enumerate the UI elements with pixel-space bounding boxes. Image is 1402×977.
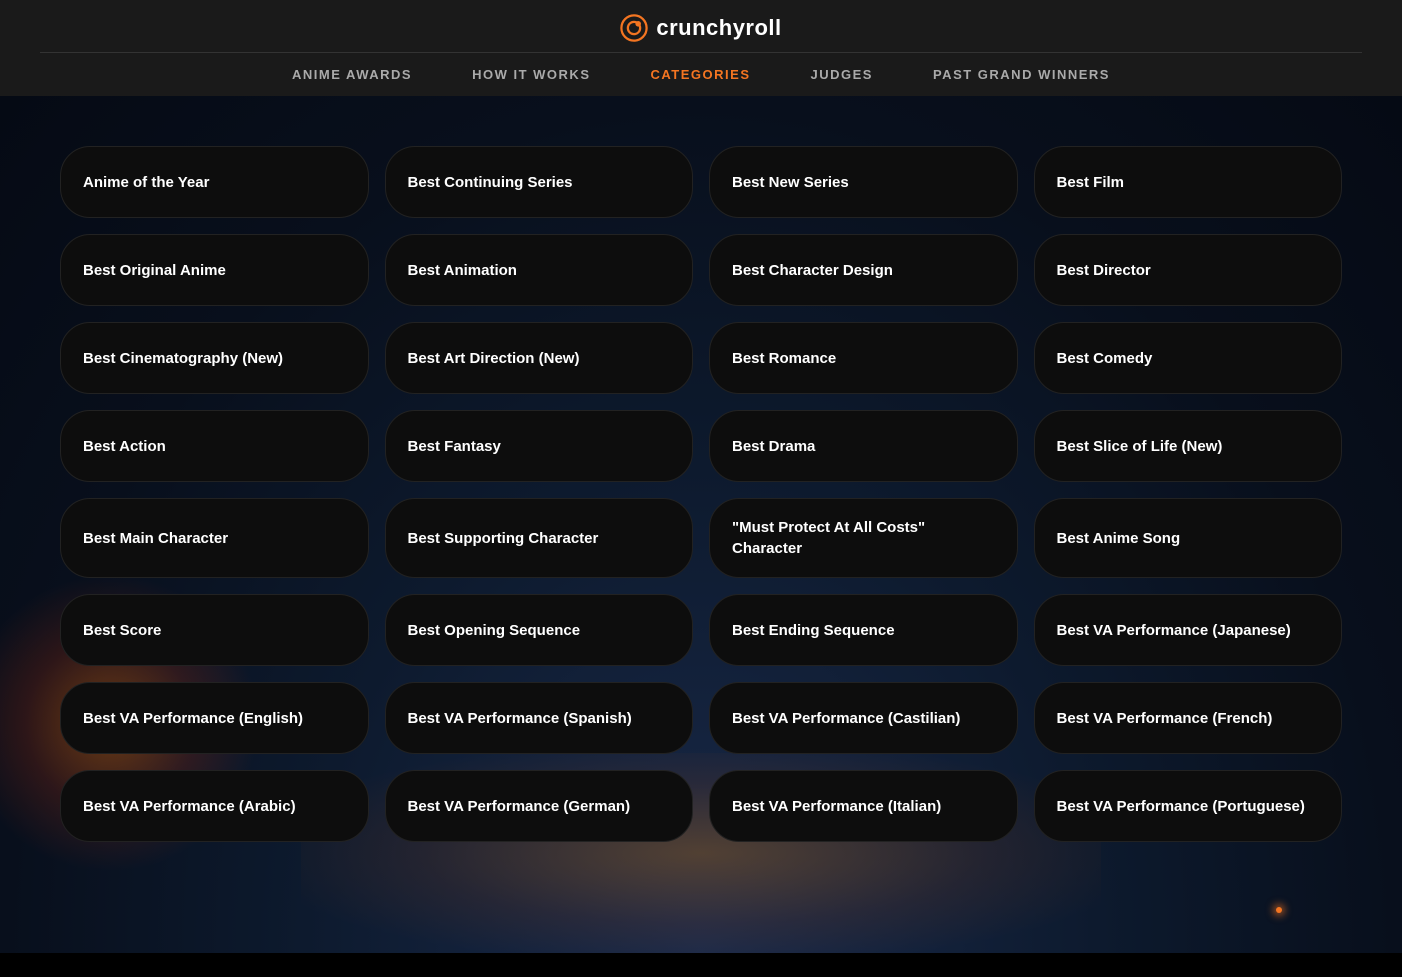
nav-past-grand-winners[interactable]: PAST GRAND WINNERS <box>933 67 1110 82</box>
category-btn-best-ending-sequence[interactable]: Best Ending Sequence <box>709 594 1018 666</box>
category-btn-best-original-anime[interactable]: Best Original Anime <box>60 234 369 306</box>
category-btn-best-score[interactable]: Best Score <box>60 594 369 666</box>
nav-anime-awards[interactable]: ANIME AWARDS <box>292 67 412 82</box>
sparkle-decoration <box>1276 907 1282 913</box>
category-btn-best-fantasy[interactable]: Best Fantasy <box>385 410 694 482</box>
category-btn-best-anime-song[interactable]: Best Anime Song <box>1034 498 1343 578</box>
category-btn-best-art-direction[interactable]: Best Art Direction (New) <box>385 322 694 394</box>
categories-grid: Anime of the YearBest Continuing SeriesB… <box>60 146 1342 842</box>
category-btn-best-director[interactable]: Best Director <box>1034 234 1343 306</box>
category-btn-best-va-italian[interactable]: Best VA Performance (Italian) <box>709 770 1018 842</box>
category-btn-best-slice-of-life[interactable]: Best Slice of Life (New) <box>1034 410 1343 482</box>
category-btn-best-new-series[interactable]: Best New Series <box>709 146 1018 218</box>
nav-how-it-works[interactable]: HOW IT WORKS <box>472 67 590 82</box>
category-btn-best-comedy[interactable]: Best Comedy <box>1034 322 1343 394</box>
category-btn-best-action[interactable]: Best Action <box>60 410 369 482</box>
category-btn-best-va-spanish[interactable]: Best VA Performance (Spanish) <box>385 682 694 754</box>
category-btn-best-continuing-series[interactable]: Best Continuing Series <box>385 146 694 218</box>
category-btn-best-film[interactable]: Best Film <box>1034 146 1343 218</box>
nav-judges[interactable]: JUDGES <box>811 67 873 82</box>
logo-bar: crunchyroll <box>620 0 781 52</box>
category-btn-best-va-french[interactable]: Best VA Performance (French) <box>1034 682 1343 754</box>
logo-text: crunchyroll <box>656 15 781 41</box>
crunchyroll-logo-icon <box>620 14 648 42</box>
category-btn-best-va-german[interactable]: Best VA Performance (German) <box>385 770 694 842</box>
navbar: crunchyroll ANIME AWARDS HOW IT WORKS CA… <box>0 0 1402 96</box>
category-btn-best-character-design[interactable]: Best Character Design <box>709 234 1018 306</box>
nav-links: ANIME AWARDS HOW IT WORKS CATEGORIES JUD… <box>40 52 1362 96</box>
category-btn-best-main-character[interactable]: Best Main Character <box>60 498 369 578</box>
category-btn-anime-of-the-year[interactable]: Anime of the Year <box>60 146 369 218</box>
category-btn-best-cinematography[interactable]: Best Cinematography (New) <box>60 322 369 394</box>
category-btn-best-supporting-character[interactable]: Best Supporting Character <box>385 498 694 578</box>
category-btn-best-romance[interactable]: Best Romance <box>709 322 1018 394</box>
category-btn-best-va-japanese[interactable]: Best VA Performance (Japanese) <box>1034 594 1343 666</box>
category-btn-best-va-arabic[interactable]: Best VA Performance (Arabic) <box>60 770 369 842</box>
category-btn-best-va-castilian[interactable]: Best VA Performance (Castilian) <box>709 682 1018 754</box>
category-btn-best-va-portuguese[interactable]: Best VA Performance (Portuguese) <box>1034 770 1343 842</box>
category-btn-best-drama[interactable]: Best Drama <box>709 410 1018 482</box>
category-btn-must-protect-character[interactable]: "Must Protect At All Costs" Character <box>709 498 1018 578</box>
category-btn-best-opening-sequence[interactable]: Best Opening Sequence <box>385 594 694 666</box>
category-btn-best-animation[interactable]: Best Animation <box>385 234 694 306</box>
main-content: Anime of the YearBest Continuing SeriesB… <box>0 96 1402 953</box>
category-btn-best-va-english[interactable]: Best VA Performance (English) <box>60 682 369 754</box>
nav-categories[interactable]: CATEGORIES <box>651 67 751 82</box>
